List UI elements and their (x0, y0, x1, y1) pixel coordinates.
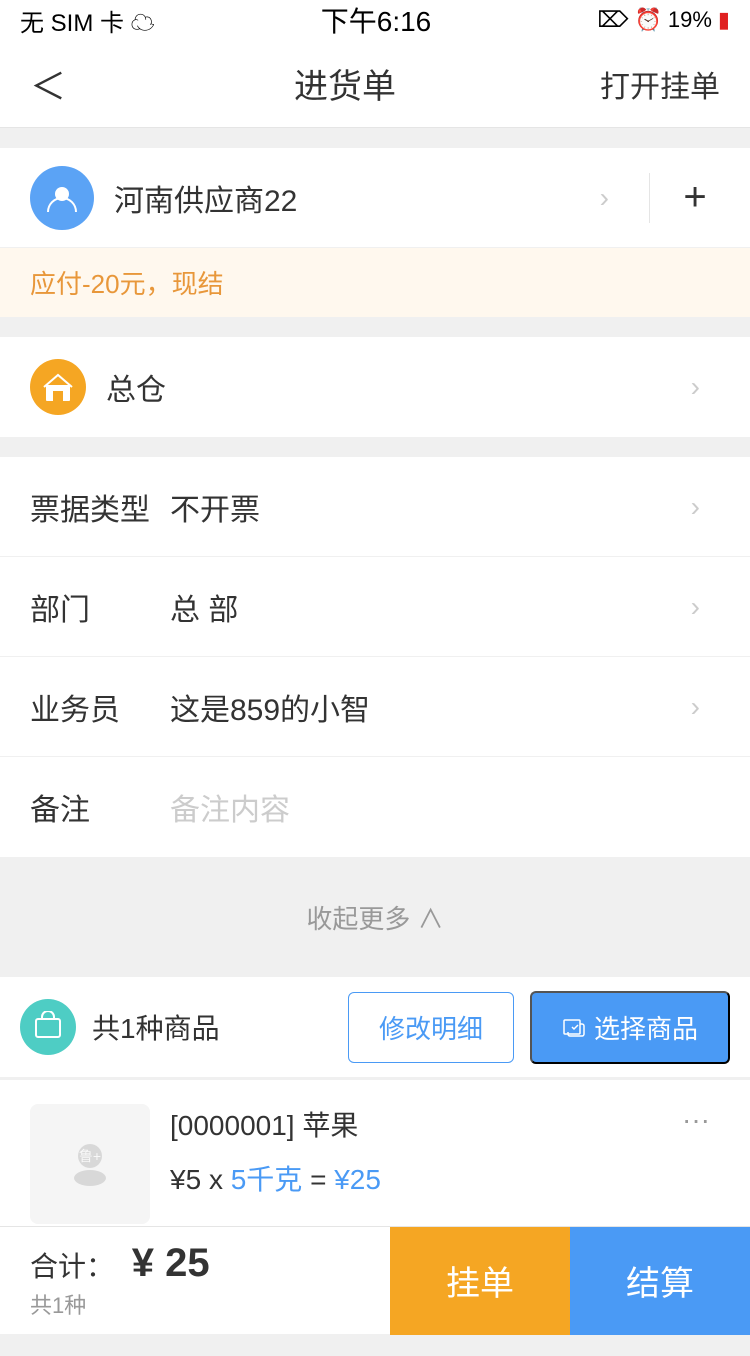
bottom-bar: 合计： ¥ 25 共1种 挂单 结算 (0, 1226, 750, 1334)
vertical-divider (649, 173, 650, 223)
checkout-button[interactable]: 结算 (570, 1227, 750, 1335)
page-title: 进货单 (294, 59, 396, 108)
open-hang-button[interactable]: 打开挂单 (600, 62, 720, 106)
product-more-button[interactable]: ··· (672, 1104, 720, 1136)
select-product-label: 选择商品 (594, 1009, 698, 1046)
invoice-type-label: 票据类型 (30, 485, 150, 529)
location-icon: ⌦ (597, 7, 628, 33)
status-bar: 无 SIM 卡 ☁ 下午6:16 ⌦ ⏰ 19% ▮ (0, 0, 750, 40)
svg-text:鲁+: 鲁+ (79, 1148, 101, 1164)
salesperson-value: 这是859的小智 (150, 685, 691, 729)
department-chevron: › (691, 591, 700, 623)
salesperson-label: 业务员 (30, 685, 150, 729)
edit-detail-button[interactable]: 修改明细 (348, 992, 514, 1063)
product-thumbnail: 鲁+ (30, 1104, 150, 1224)
total-section: 合计： ¥ 25 共1种 (0, 1241, 390, 1320)
department-label: 部门 (30, 585, 150, 629)
warehouse-row[interactable]: 总仓 › (0, 337, 750, 437)
equals-sign: = (310, 1164, 334, 1195)
back-button[interactable]: ＜ (30, 58, 90, 110)
department-value: 总 部 (150, 585, 691, 629)
status-right: ⌦ ⏰ 19% ▮ (597, 7, 730, 33)
multiply-sign: x (209, 1164, 231, 1195)
products-header: 共1种商品 修改明细 选择商品 (0, 977, 750, 1077)
remark-row[interactable]: 备注 备注内容 (0, 757, 750, 857)
product-placeholder-icon: 鲁+ (60, 1134, 120, 1194)
product-price-formula: ¥5 x 5千克 = ¥25 (170, 1158, 672, 1198)
supplier-name: 河南供应商22 (114, 176, 600, 220)
user-icon (44, 180, 80, 216)
divider-1 (0, 128, 750, 148)
total-amount: ¥ 25 (132, 1241, 210, 1285)
warehouse-chevron: › (691, 371, 700, 403)
cart-icon (32, 1011, 64, 1043)
supplier-row[interactable]: 河南供应商22 › + (0, 148, 750, 248)
invoice-type-row[interactable]: 票据类型 不开票 › (0, 457, 750, 557)
products-count: 共1种商品 (92, 1007, 348, 1047)
warehouse-name: 总仓 (106, 365, 691, 409)
products-icon (20, 999, 76, 1055)
total-label: 合计： (30, 1251, 114, 1282)
nav-bar: ＜ 进货单 打开挂单 (0, 40, 750, 128)
product-name: [0000001] 苹果 (170, 1104, 672, 1144)
select-product-button[interactable]: 选择商品 (530, 991, 730, 1064)
unit-price: ¥5 (170, 1164, 201, 1195)
product-info: [0000001] 苹果 ¥5 x 5千克 = ¥25 (170, 1104, 672, 1198)
supplier-avatar (30, 166, 94, 230)
quantity: 5千克 (231, 1164, 303, 1195)
form-section: 票据类型 不开票 › 部门 总 部 › 业务员 这是859的小智 › 备注 备注… (0, 457, 750, 857)
hang-button[interactable]: 挂单 (390, 1227, 570, 1335)
product-item: 鲁+ [0000001] 苹果 ¥5 x 5千克 = ¥25 ··· (0, 1079, 750, 1248)
collapse-button[interactable]: 收起更多 ∧ (0, 877, 750, 957)
debt-notice: 应付-20元，现结 (0, 248, 750, 317)
invoice-type-value: 不开票 (150, 485, 691, 529)
department-row[interactable]: 部门 总 部 › (0, 557, 750, 657)
status-time: 下午6:16 (321, 0, 432, 40)
total-count: 共1种 (30, 1288, 360, 1320)
sim-status: 无 SIM 卡 ☁ (20, 3, 155, 38)
add-product-button[interactable]: + (670, 175, 720, 220)
warehouse-icon (30, 359, 86, 415)
collapse-label: 收起更多 ∧ (306, 899, 443, 936)
remark-label: 备注 (30, 785, 150, 829)
invoice-chevron: › (691, 491, 700, 523)
alarm-icon: ⏰ (634, 7, 661, 33)
supplier-section: 河南供应商22 › + 应付-20元，现结 (0, 148, 750, 317)
subtotal: ¥25 (334, 1164, 381, 1195)
battery-level: 19% (668, 7, 712, 33)
salesperson-chevron: › (691, 691, 700, 723)
status-left: 无 SIM 卡 ☁ (20, 3, 155, 38)
supplier-chevron: › (600, 182, 609, 214)
warehouse-svg (42, 371, 74, 403)
divider-2 (0, 317, 750, 337)
battery-icon: ▮ (718, 7, 730, 33)
remark-input[interactable]: 备注内容 (150, 785, 720, 829)
salesperson-row[interactable]: 业务员 这是859的小智 › (0, 657, 750, 757)
select-product-icon (562, 1015, 586, 1039)
